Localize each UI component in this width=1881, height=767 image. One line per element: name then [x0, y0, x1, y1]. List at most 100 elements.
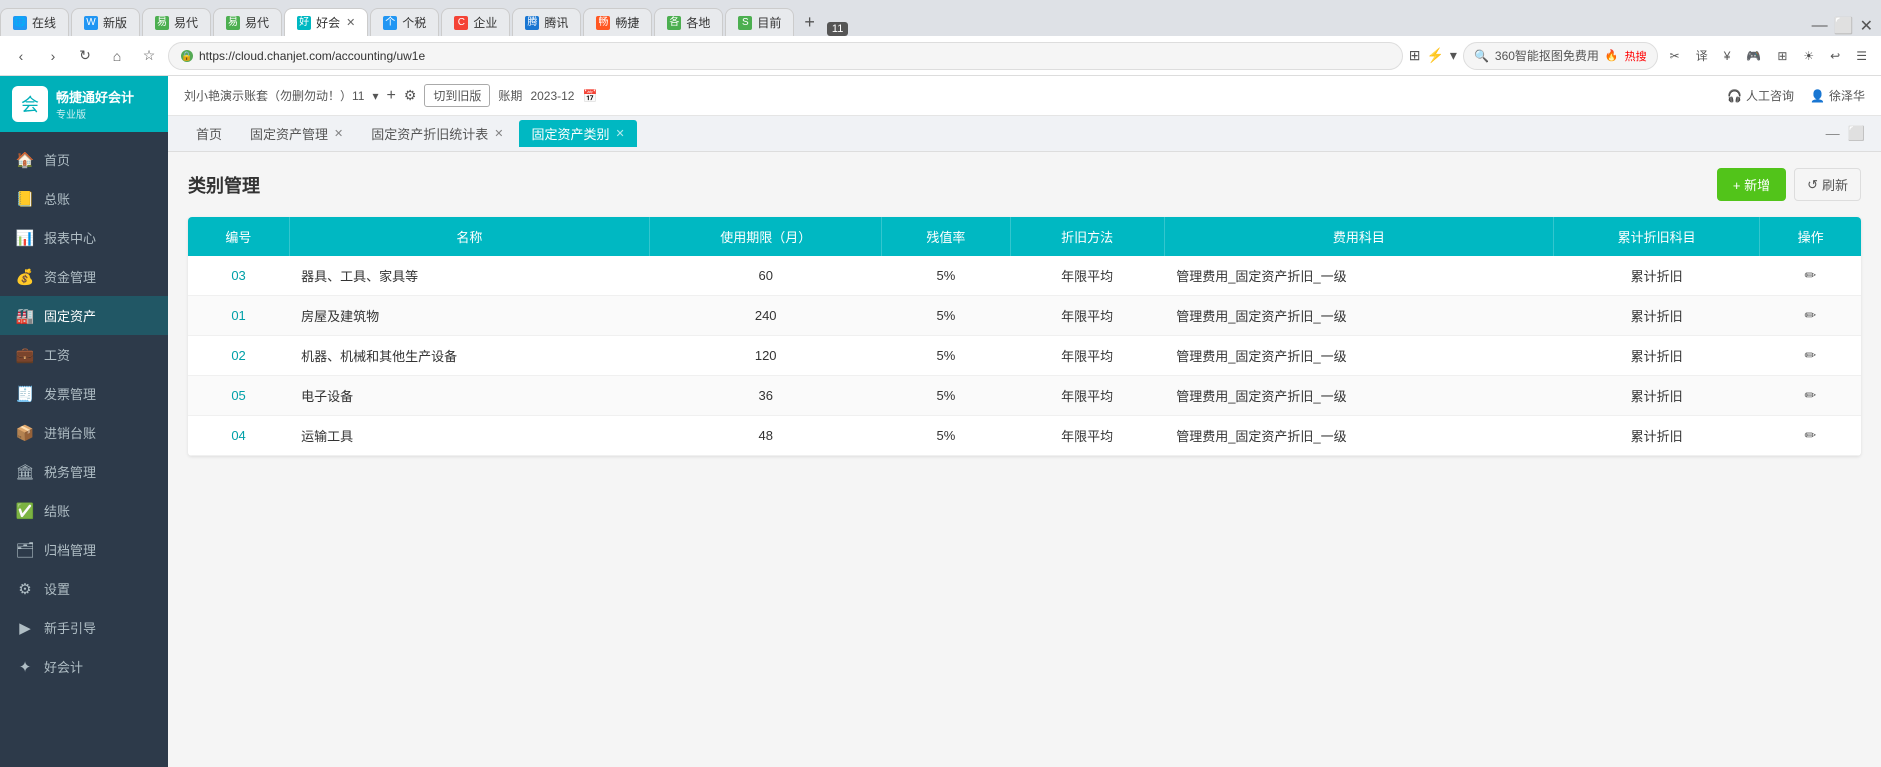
reload-button[interactable]: ↻ [72, 43, 98, 69]
th-method: 折旧方法 [1010, 217, 1164, 256]
browser-tab-gedi[interactable]: 各 各地 [654, 8, 723, 36]
tab-label: 好会 [316, 14, 340, 31]
undo-tool[interactable]: ↩ [1824, 47, 1846, 65]
content-tab-asset-mgmt[interactable]: 固定资产管理 ✕ [238, 120, 355, 147]
browser-tab-geshui[interactable]: 个 个税 [370, 8, 439, 36]
home-button[interactable]: ⌂ [104, 43, 130, 69]
tab-label: 企业 [473, 14, 497, 31]
archive-icon: 🗂 [16, 541, 34, 559]
cell-period: 60 [650, 256, 882, 296]
sidebar-item-guide[interactable]: ▶ 新手引导 [0, 608, 168, 647]
edit-icon[interactable]: ✏ [1805, 267, 1817, 283]
window-minimize-btn[interactable]: — [1812, 17, 1828, 35]
calendar-icon[interactable]: 📅 [582, 89, 597, 103]
browser-tab-yidai1[interactable]: 易 易代 [142, 8, 211, 36]
address-bar[interactable]: 🔒 https://cloud.chanjet.com/accounting/u… [168, 42, 1403, 70]
bookmark-button[interactable]: ☆ [136, 43, 162, 69]
translate-tool[interactable]: 译 [1690, 45, 1714, 66]
cell-action: ✏ [1760, 296, 1861, 336]
cell-name: 房屋及建筑物 [289, 296, 649, 336]
browser-tab-tencent[interactable]: 腾 腾讯 [512, 8, 581, 36]
sidebar-item-archive[interactable]: 🗂 归档管理 [0, 530, 168, 569]
content-tab-depreciation[interactable]: 固定资产折旧统计表 ✕ [359, 120, 515, 147]
refresh-button[interactable]: ↺ 刷新 [1794, 168, 1861, 201]
tab-favicon: 好 [297, 16, 311, 30]
sidebar-item-reports[interactable]: 📊 报表中心 [0, 218, 168, 257]
cell-code: 05 [188, 376, 289, 416]
browser-tab-enterprise[interactable]: C 企业 [441, 8, 510, 36]
sidebar-item-ledger[interactable]: 📒 总账 [0, 179, 168, 218]
nav-tools: ✂ 译 ¥ 🎮 ⊞ ☀ ↩ ☰ [1664, 45, 1873, 66]
sidebar-item-inventory[interactable]: 📦 进销台账 [0, 413, 168, 452]
cell-method: 年限平均 [1010, 416, 1164, 456]
search-bar[interactable]: 🔍 360智能抠图免费用 🔥 热搜 [1463, 42, 1658, 70]
edit-icon[interactable]: ✏ [1805, 307, 1817, 323]
browser-tab-mueqian[interactable]: S 目前 [725, 8, 794, 36]
scissors-tool[interactable]: ✂ [1664, 47, 1686, 65]
content-tab-category[interactable]: 固定资产类别 ✕ [519, 120, 636, 147]
sidebar-item-checkout[interactable]: ✅ 结账 [0, 491, 168, 530]
sidebar-item-invoice[interactable]: 🧾 发票管理 [0, 374, 168, 413]
tab-favicon: 腾 [525, 16, 539, 30]
currency-tool[interactable]: ¥ [1718, 47, 1737, 65]
logo-sub: 专业版 [56, 106, 134, 121]
cell-accumulated: 累计折旧 [1554, 376, 1760, 416]
tab-favicon: 🌐 [13, 16, 27, 30]
switch-btn[interactable]: 切到旧版 [424, 84, 490, 107]
add-account-btn[interactable]: + [387, 87, 396, 105]
tab-close-icon[interactable]: ✕ [346, 16, 355, 29]
refresh-icon: ↺ [1807, 177, 1818, 193]
maximize-content-btn[interactable]: ⬜ [1848, 125, 1865, 142]
lightning-icon[interactable]: ⚡ [1426, 47, 1443, 64]
content-tab-home[interactable]: 首页 [184, 120, 234, 147]
invoice-icon: 🧾 [16, 385, 34, 403]
cell-residual: 5% [882, 416, 1010, 456]
minimize-content-btn[interactable]: — [1826, 125, 1840, 142]
more-icon: ✦ [16, 658, 34, 676]
sidebar-item-more[interactable]: ✦ 好会计 [0, 647, 168, 686]
sidebar-item-funds[interactable]: 💰 资金管理 [0, 257, 168, 296]
brightness-tool[interactable]: ☀ [1797, 47, 1820, 65]
settings-gear[interactable]: ⚙ [404, 87, 417, 104]
refresh-label: 刷新 [1822, 175, 1848, 194]
layout-tool[interactable]: ⊞ [1771, 47, 1793, 65]
cell-accumulated: 累计折旧 [1554, 336, 1760, 376]
sidebar-item-settings[interactable]: ⚙ 设置 [0, 569, 168, 608]
game-tool[interactable]: 🎮 [1740, 47, 1767, 65]
browser-tab-changjie[interactable]: 畅 畅捷 [583, 8, 652, 36]
cell-name: 电子设备 [289, 376, 649, 416]
tab-close-depreciation[interactable]: ✕ [494, 127, 503, 140]
tab-add-button[interactable]: + [796, 8, 823, 36]
cell-expense: 管理费用_固定资产折旧_一级 [1164, 256, 1553, 296]
tab-favicon: 易 [155, 16, 169, 30]
tab-close-asset-mgmt[interactable]: ✕ [334, 127, 343, 140]
browser-tab-online[interactable]: 🌐 在线 [0, 8, 69, 36]
sidebar-item-fixed-assets[interactable]: 🏭 固定资产 [0, 296, 168, 335]
window-close-btn[interactable]: ✕ [1860, 16, 1873, 36]
back-button[interactable]: ‹ [8, 43, 34, 69]
browser-tab-new[interactable]: W 新版 [71, 8, 140, 36]
grid-icon[interactable]: ⊞ [1409, 47, 1421, 64]
edit-icon[interactable]: ✏ [1805, 347, 1817, 363]
edit-icon[interactable]: ✏ [1805, 387, 1817, 403]
dropdown-arrow[interactable]: ▾ [372, 89, 378, 103]
sidebar-item-home[interactable]: 🏠 首页 [0, 140, 168, 179]
forward-button[interactable]: › [40, 43, 66, 69]
tab-close-category[interactable]: ✕ [616, 127, 625, 140]
th-code: 编号 [188, 217, 289, 256]
table-row: 05 电子设备 36 5% 年限平均 管理费用_固定资产折旧_一级 累计折旧 ✏ [188, 376, 1861, 416]
cell-period: 36 [650, 376, 882, 416]
edit-icon[interactable]: ✏ [1805, 427, 1817, 443]
home-icon: 🏠 [16, 151, 34, 169]
add-button[interactable]: + 新增 [1717, 168, 1786, 201]
menu-tool[interactable]: ☰ [1850, 47, 1873, 65]
sidebar-item-tax[interactable]: 🏛 税务管理 [0, 452, 168, 491]
browser-tab-yidai2[interactable]: 易 易代 [213, 8, 282, 36]
consult-btn[interactable]: 🎧 人工咨询 [1727, 87, 1794, 104]
window-maximize-btn[interactable]: ⬜ [1834, 16, 1854, 36]
user-profile-btn[interactable]: 👤 徐泽华 [1810, 87, 1865, 104]
browser-tab-haohui[interactable]: 好 好会 ✕ [284, 8, 368, 36]
dropdown-icon[interactable]: ▾ [1450, 47, 1457, 64]
sidebar-item-salary[interactable]: 💼 工资 [0, 335, 168, 374]
cell-residual: 5% [882, 256, 1010, 296]
